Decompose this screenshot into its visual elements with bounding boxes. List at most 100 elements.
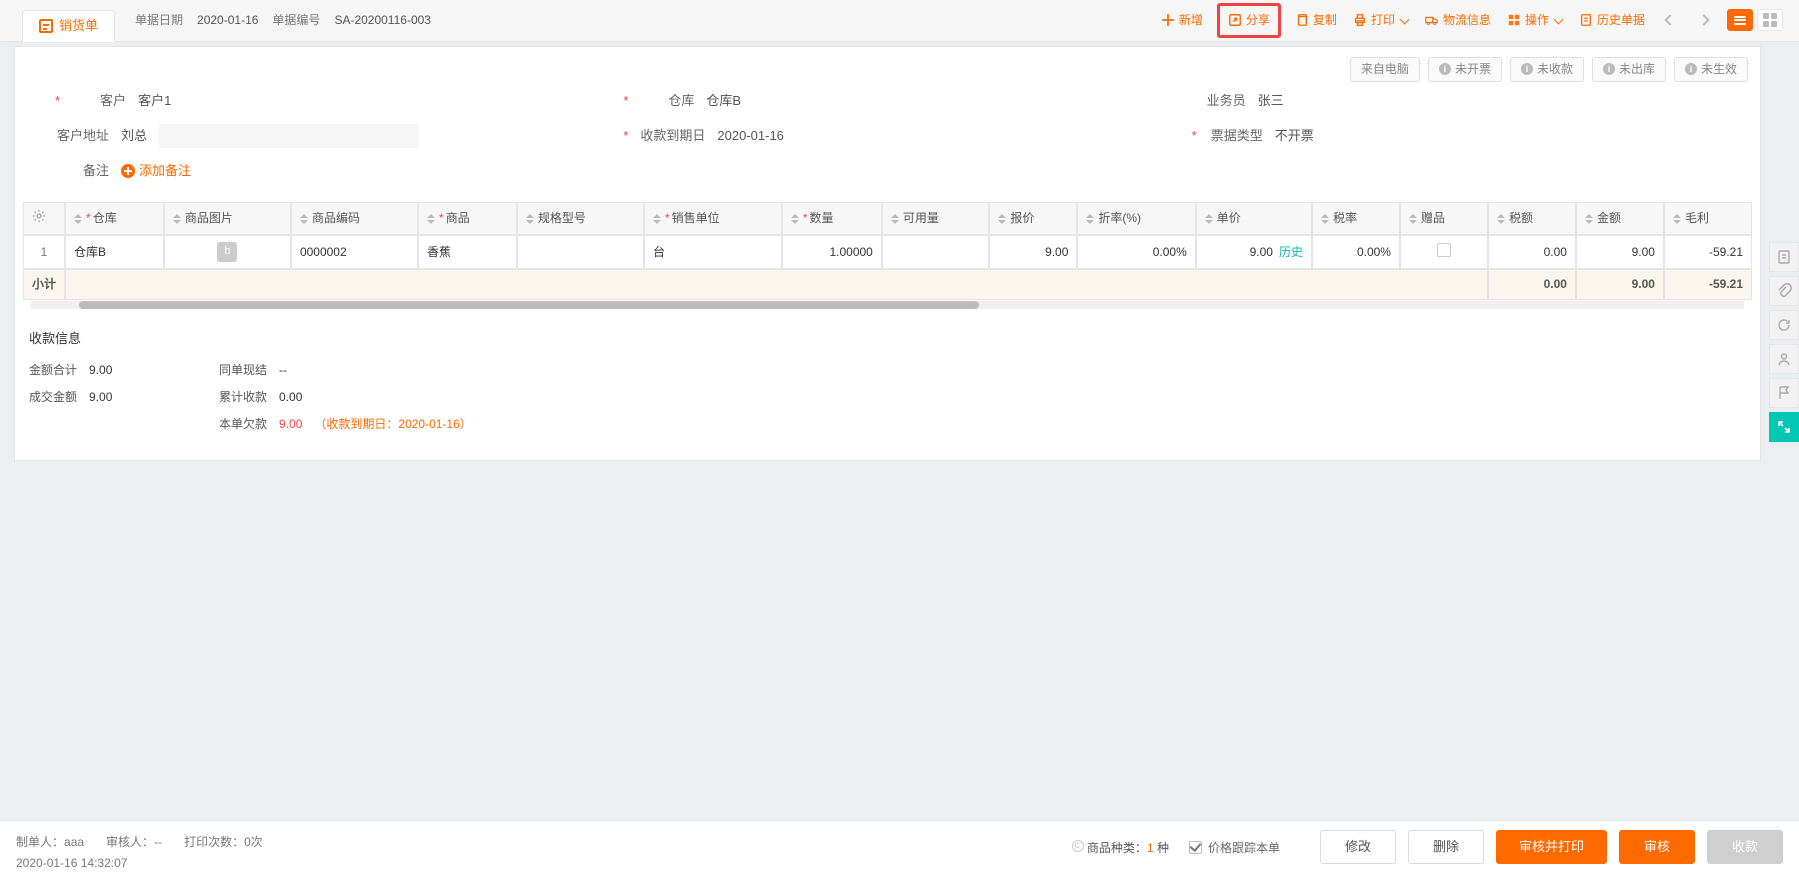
rail-attach-button[interactable] (1769, 276, 1799, 306)
list-view-button[interactable] (1727, 9, 1753, 31)
col-warehouse[interactable]: *仓库 (65, 202, 164, 235)
col-quote[interactable]: 报价 (989, 202, 1077, 235)
doc-icon (39, 19, 53, 33)
col-code[interactable]: 商品编码 (291, 202, 418, 235)
price-history-link[interactable]: 历史 (1279, 245, 1303, 259)
col-tax-amount[interactable]: 税额 (1488, 202, 1576, 235)
col-amount[interactable]: 金额 (1576, 202, 1664, 235)
column-settings[interactable] (23, 202, 65, 235)
table-row[interactable]: 1 仓库B b 0000002 香蕉 台 1.00000 9.00 0.00% … (23, 235, 1752, 269)
doc-number-value: SA-20200116-003 (334, 12, 431, 29)
view-toggle (1727, 9, 1783, 31)
history-button[interactable]: 历史单据 (1577, 8, 1647, 33)
add-remark-link[interactable]: 添加备注 (121, 162, 191, 180)
pay-deal: 成交金额9.00 (29, 389, 199, 406)
rail-refresh-button[interactable] (1769, 310, 1799, 340)
payment-title: 收款信息 (29, 330, 1746, 348)
col-gift[interactable]: 赠品 (1400, 202, 1488, 235)
add-button[interactable]: 新增 (1159, 8, 1205, 33)
cell-gift[interactable] (1400, 235, 1488, 269)
col-unit[interactable]: *销售单位 (644, 202, 782, 235)
table-h-scrollbar[interactable] (23, 300, 1752, 310)
audit-and-print-button[interactable]: 审核并打印 (1496, 830, 1607, 864)
footer-meta: 制单人：aaa 审核人：-- 打印次数：0次 2020-01-16 14:32:… (16, 834, 263, 872)
status-from-pc[interactable]: 来自电脑 (1350, 57, 1420, 82)
top-bar: 销货单 单据日期 2020-01-16 单据编号 SA-20200116-003… (0, 0, 1799, 42)
prev-doc-button[interactable] (1659, 9, 1681, 31)
col-image[interactable]: 商品图片 (164, 202, 291, 235)
logistics-button[interactable]: 物流信息 (1423, 8, 1493, 33)
col-qty[interactable]: *数量 (782, 202, 882, 235)
price-follow-checkbox[interactable]: 价格跟踪本单 (1189, 840, 1280, 857)
col-tax-rate[interactable]: 税率 (1312, 202, 1400, 235)
pay-due: 本单欠款9.00（收款到期日：2020-01-16） (219, 416, 479, 433)
share-icon (1228, 13, 1242, 27)
col-product[interactable]: *商品 (418, 202, 517, 235)
field-due-date[interactable]: *收款到期日2020-01-16 (623, 124, 1151, 148)
product-image-icon: b (217, 242, 237, 262)
cell-quote[interactable]: 9.00 (989, 235, 1077, 269)
header-form: *客户客户1 *仓库仓库B 业务员张三 客户地址刘总 *收款到期日2020-01… (15, 86, 1760, 180)
print-button[interactable]: 打印 (1351, 8, 1411, 33)
info-icon (1603, 63, 1615, 75)
cell-discount-rate[interactable]: 0.00% (1077, 235, 1195, 269)
rail-note-button[interactable] (1769, 242, 1799, 272)
col-gross[interactable]: 毛利 (1664, 202, 1752, 235)
gift-checkbox[interactable] (1437, 243, 1451, 257)
cell-gross[interactable]: -59.21 (1664, 235, 1752, 269)
cell-tax-rate[interactable]: 0.00% (1312, 235, 1400, 269)
field-customer[interactable]: *客户客户1 (55, 92, 583, 110)
cell-tax-amount[interactable]: 0.00 (1488, 235, 1576, 269)
document-panel: 来自电脑 未开票 未收款 未出库 未生效 *客户客户1 *仓库仓库B 业务员张三… (14, 46, 1761, 461)
field-warehouse[interactable]: *仓库仓库B (623, 92, 1151, 110)
cell-code[interactable]: 0000002 (291, 235, 418, 269)
status-not-effective[interactable]: 未生效 (1674, 57, 1748, 82)
grid-icon (1507, 13, 1521, 27)
info-icon (1521, 63, 1533, 75)
table-header-row: *仓库 商品图片 商品编码 *商品 规格型号 *销售单位 *数量 可用量 报价 … (23, 202, 1752, 235)
field-customer-address[interactable]: 客户地址刘总 (55, 124, 583, 148)
copyright-icon (1072, 840, 1084, 852)
doc-type-label: 销货单 (59, 17, 98, 35)
field-remark: 备注 添加备注 (55, 162, 583, 180)
pay-accum: 累计收款0.00 (219, 389, 479, 406)
status-row: 来自电脑 未开票 未收款 未出库 未生效 (15, 47, 1760, 86)
card-view-button[interactable] (1757, 9, 1783, 31)
rail-user-button[interactable] (1769, 344, 1799, 374)
col-available[interactable]: 可用量 (882, 202, 990, 235)
chevron-down-icon (1553, 15, 1563, 25)
cell-amount[interactable]: 9.00 (1576, 235, 1664, 269)
col-spec[interactable]: 规格型号 (517, 202, 644, 235)
modify-button[interactable]: 修改 (1320, 830, 1396, 864)
subtotal-gross: -59.21 (1664, 269, 1752, 300)
delete-button[interactable]: 删除 (1408, 830, 1484, 864)
doc-type-tab[interactable]: 销货单 (22, 10, 115, 42)
status-not-out[interactable]: 未出库 (1592, 57, 1666, 82)
cell-product[interactable]: 香蕉 (418, 235, 517, 269)
operate-button[interactable]: 操作 (1505, 8, 1565, 33)
audit-button[interactable]: 审核 (1619, 830, 1695, 864)
status-not-invoiced[interactable]: 未开票 (1428, 57, 1502, 82)
field-invoice-type[interactable]: *票据类型不开票 (1192, 124, 1720, 148)
plus-circle-icon (121, 164, 135, 178)
row-index: 1 (23, 235, 65, 269)
cell-spec[interactable] (517, 235, 644, 269)
cell-unit[interactable]: 台 (644, 235, 782, 269)
copy-icon (1295, 13, 1309, 27)
cell-available[interactable] (882, 235, 990, 269)
cell-warehouse[interactable]: 仓库B (65, 235, 164, 269)
cell-price[interactable]: 9.00历史 (1196, 235, 1312, 269)
rail-flag-button[interactable] (1769, 378, 1799, 408)
next-doc-button[interactable] (1693, 9, 1715, 31)
cell-qty[interactable]: 1.00000 (782, 235, 882, 269)
col-price[interactable]: 单价 (1196, 202, 1312, 235)
cell-image[interactable]: b (164, 235, 291, 269)
collect-button[interactable]: 收款 (1707, 830, 1783, 864)
rail-expand-button[interactable] (1769, 412, 1799, 442)
field-salesman[interactable]: 业务员张三 (1192, 92, 1720, 110)
col-discount-rate[interactable]: 折率(%) (1077, 202, 1195, 235)
status-not-collected[interactable]: 未收款 (1510, 57, 1584, 82)
plus-icon (1161, 13, 1175, 27)
share-button[interactable]: 分享 (1217, 3, 1281, 38)
copy-button[interactable]: 复制 (1293, 8, 1339, 33)
